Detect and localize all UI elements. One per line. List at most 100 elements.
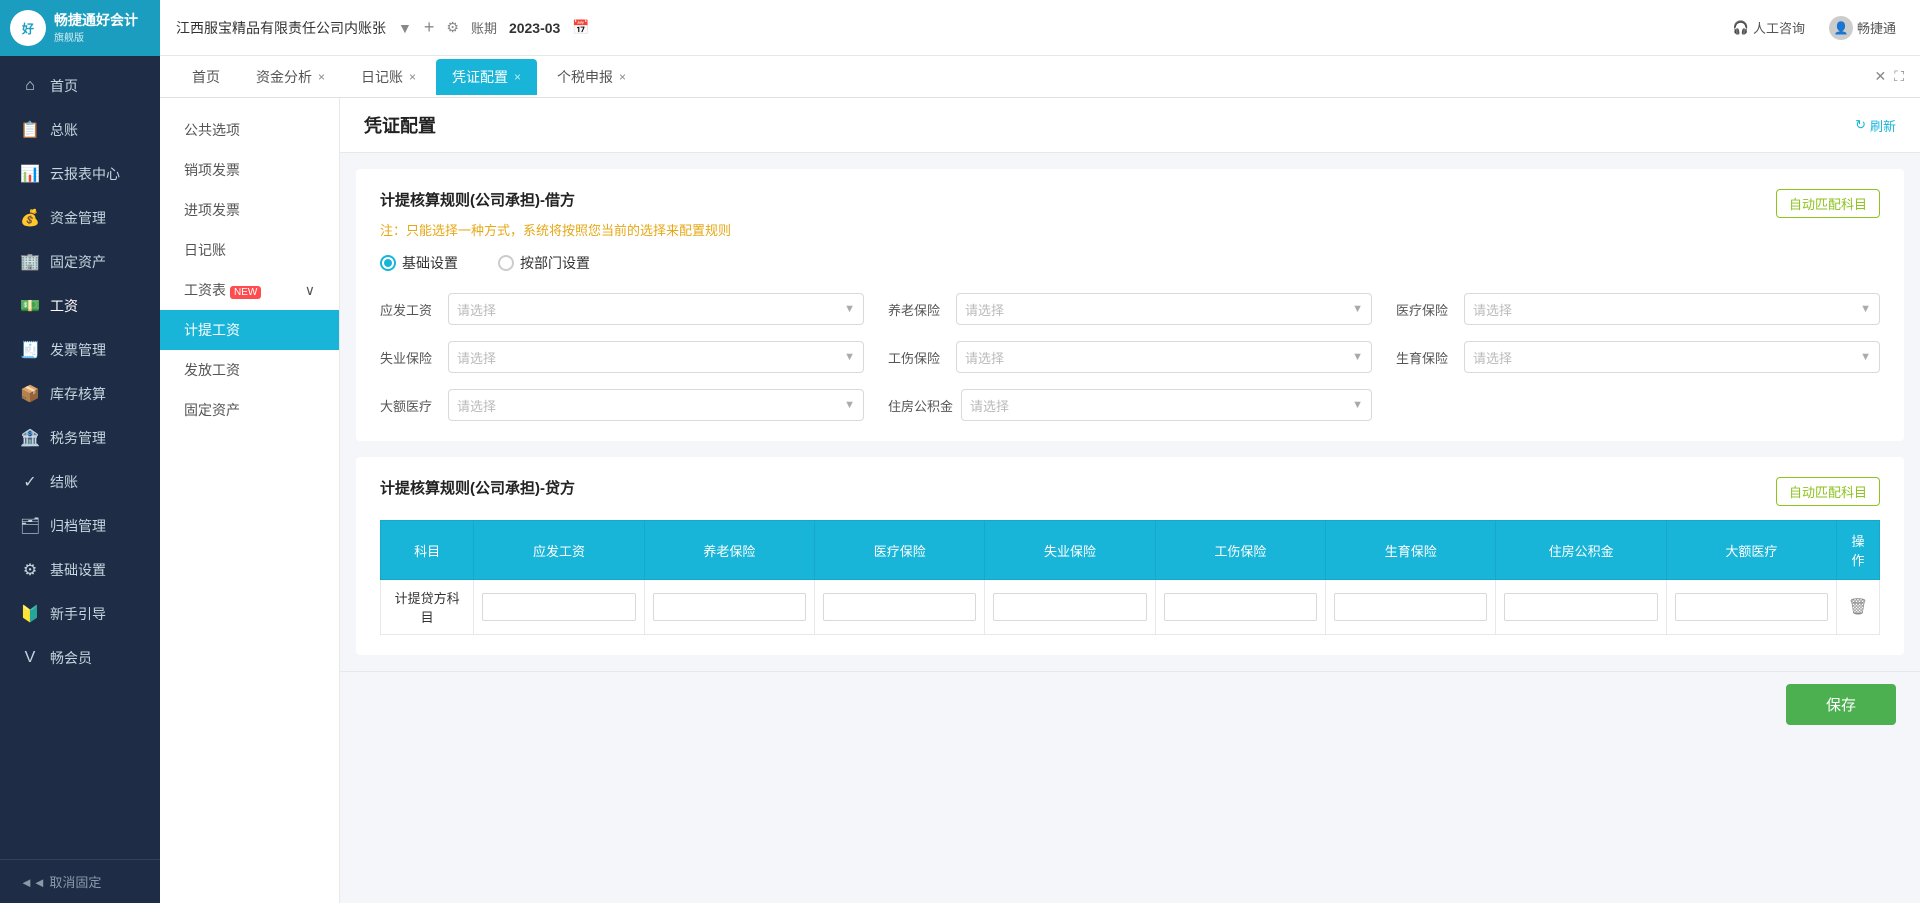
form-select-yfgz[interactable]: 请选择 ▼ [448, 293, 864, 325]
radio-basic[interactable]: 基础设置 [380, 253, 458, 273]
cell-0-5[interactable] [1326, 580, 1496, 635]
cell-input-0-7[interactable] [1675, 593, 1828, 621]
form-select-gsbx[interactable]: 请选择 ▼ [956, 341, 1372, 373]
sidebar-item-invoice_mgr[interactable]: 🧾发票管理 [0, 328, 160, 372]
sub-nav-item-purchase[interactable]: 进项发票 [160, 190, 339, 230]
select-placeholder-sybx: 请选择 [457, 348, 496, 367]
cell-input-0-4[interactable] [1164, 593, 1317, 621]
cell-0-4[interactable] [1155, 580, 1325, 635]
sub-nav-item-diary[interactable]: 日记账 [160, 230, 339, 270]
form-label-sybx: 失业保险 [380, 348, 440, 367]
sub-nav-label-sales: 销项发票 [184, 162, 240, 178]
company-name[interactable]: 江西服宝精品有限责任公司内账张 [176, 18, 386, 38]
headset-icon: 🎧 [1733, 20, 1749, 36]
sub-nav-item-pay_salary[interactable]: 发放工资 [160, 350, 339, 390]
radio-dept-circle [498, 255, 514, 271]
nav-icon-archive: 🗂 [20, 516, 40, 536]
cell-0-3[interactable] [985, 580, 1155, 635]
cell-0-1[interactable] [644, 580, 814, 635]
sidebar-item-inventory[interactable]: 📦库存核算 [0, 372, 160, 416]
cell-0-6[interactable] [1496, 580, 1666, 635]
sidebar-item-tax[interactable]: 🏦税务管理 [0, 416, 160, 460]
cell-action-0[interactable]: 🗑 [1837, 580, 1880, 635]
save-button[interactable]: 保存 [1786, 684, 1896, 725]
auto-match-debit-button[interactable]: 自动匹配科目 [1776, 189, 1880, 218]
sub-nav-item-salary_table[interactable]: 工资表NEW∨ [160, 270, 339, 310]
form-item-dayl: 大额医疗 请选择 ▼ [380, 389, 864, 421]
sidebar-item-archive[interactable]: 🗂 归档管理 [0, 504, 160, 548]
cell-input-0-1[interactable] [653, 593, 806, 621]
refresh-button[interactable]: ↻ 刷新 [1855, 116, 1896, 135]
sub-nav-item-calc_salary[interactable]: 计提工资 [160, 310, 339, 350]
radio-by-dept[interactable]: 按部门设置 [498, 253, 590, 273]
select-arrow-gsbx: ▼ [1352, 351, 1363, 363]
nav-icon-funds: 💰 [20, 208, 40, 228]
content-wrapper: 公共选项销项发票进项发票日记账工资表NEW∨计提工资发放工资固定资产 凭证配置 … [160, 98, 1920, 903]
topbar: 江西服宝精品有限责任公司内账张 ▼ + ⚙ 账期 2023-03 📅 🎧 人工咨… [160, 0, 1920, 56]
cell-input-0-3[interactable] [993, 593, 1146, 621]
tab-close-diary[interactable]: × [409, 70, 416, 84]
sidebar-footer[interactable]: ◄◄ 取消固定 [0, 859, 160, 903]
col-header-大额医疗: 大额医疗 [1666, 521, 1836, 580]
sidebar-item-funds[interactable]: 💰资金管理 [0, 196, 160, 240]
auto-match-credit-button[interactable]: 自动匹配科目 [1776, 477, 1880, 506]
service-button[interactable]: 🎧 人工咨询 [1725, 14, 1813, 41]
tab-label-diary: 日记账 [361, 67, 403, 87]
select-arrow-yfgz: ▼ [844, 303, 855, 315]
form-select-ylbx2[interactable]: 请选择 ▼ [1464, 293, 1880, 325]
tab-diary[interactable]: 日记账 × [345, 59, 432, 95]
cell-input-0-2[interactable] [823, 593, 976, 621]
col-header-应发工资: 应发工资 [474, 521, 644, 580]
cell-0-7[interactable] [1666, 580, 1836, 635]
sub-nav-item-public[interactable]: 公共选项 [160, 110, 339, 150]
tab-funds[interactable]: 资金分析× [240, 59, 341, 95]
tab-close-tax[interactable]: × [619, 70, 626, 84]
sidebar-item-vip[interactable]: V畅会员 [0, 636, 160, 680]
form-select-sybx2[interactable]: 请选择 ▼ [1464, 341, 1880, 373]
sidebar-item-guide[interactable]: 🔰新手引导 [0, 592, 160, 636]
expand-window-icon[interactable]: ⛶ [1894, 68, 1904, 85]
close-window-icon[interactable]: ✕ [1874, 68, 1886, 85]
nav-icon-ledger: 📋 [20, 120, 40, 140]
nav-icon-salary: 💵 [20, 296, 40, 316]
sidebar-item-settle[interactable]: ✓结账 [0, 460, 160, 504]
add-button[interactable]: + [424, 17, 435, 38]
sub-nav-item-fixed_assets[interactable]: 固定资产 [160, 390, 339, 430]
sub-nav-item-sales[interactable]: 销项发票 [160, 150, 339, 190]
section-debit: 计提核算规则(公司承担)-借方 注：只能选择一种方式，系统将按照您当前的选择来配… [356, 169, 1904, 441]
select-placeholder-gsbx: 请选择 [965, 348, 1004, 367]
cell-input-0-6[interactable] [1504, 593, 1657, 621]
form-select-ylbx[interactable]: 请选择 ▼ [956, 293, 1372, 325]
tab-tax[interactable]: 个税申报× [541, 59, 642, 95]
sidebar-item-basic[interactable]: ⚙基础设置 [0, 548, 160, 592]
cell-input-0-5[interactable] [1334, 593, 1487, 621]
delete-row-icon[interactable]: 🗑 [1848, 599, 1868, 616]
tab-voucher[interactable]: 凭证配置× [436, 59, 537, 95]
user-area[interactable]: 👤 畅捷通 [1821, 12, 1904, 44]
form-select-zfgjj[interactable]: 请选择 ▼ [961, 389, 1372, 421]
sidebar-item-assets[interactable]: 🏢固定资产 [0, 240, 160, 284]
section-debit-info: 计提核算规则(公司承担)-借方 注：只能选择一种方式，系统将按照您当前的选择来配… [380, 189, 731, 253]
select-arrow-zfgjj: ▼ [1352, 399, 1363, 411]
nav-label-archive: 归档管理 [50, 516, 106, 536]
form-select-sybx[interactable]: 请选择 ▼ [448, 341, 864, 373]
credit-table: 科目应发工资养老保险医疗保险失业保险工伤保险生育保险住房公积金大额医疗操作计提贷… [380, 520, 1880, 635]
dropdown-icon[interactable]: ▼ [398, 20, 412, 36]
sidebar-item-ledger[interactable]: 📋总账 [0, 108, 160, 152]
tab-home[interactable]: 首页 [176, 59, 236, 95]
nav-icon-assets: 🏢 [20, 252, 40, 272]
cell-input-0-0[interactable] [482, 593, 635, 621]
sidebar-item-reports[interactable]: 📊云报表中心 [0, 152, 160, 196]
col-header-科目: 科目 [381, 521, 474, 580]
settings-icon[interactable]: ⚙ [446, 19, 459, 36]
cell-0-0[interactable] [474, 580, 644, 635]
tab-close-voucher[interactable]: × [514, 70, 521, 84]
sidebar-footer-label: ◄◄ 取消固定 [20, 872, 101, 891]
sidebar-item-home[interactable]: ⌂首页 [0, 64, 160, 108]
select-arrow-sybx: ▼ [844, 351, 855, 363]
form-select-dayl[interactable]: 请选择 ▼ [448, 389, 864, 421]
sidebar-item-salary[interactable]: 💵工资 [0, 284, 160, 328]
tab-close-funds[interactable]: × [318, 70, 325, 84]
calendar-icon[interactable]: 📅 [572, 19, 589, 36]
cell-0-2[interactable] [815, 580, 985, 635]
